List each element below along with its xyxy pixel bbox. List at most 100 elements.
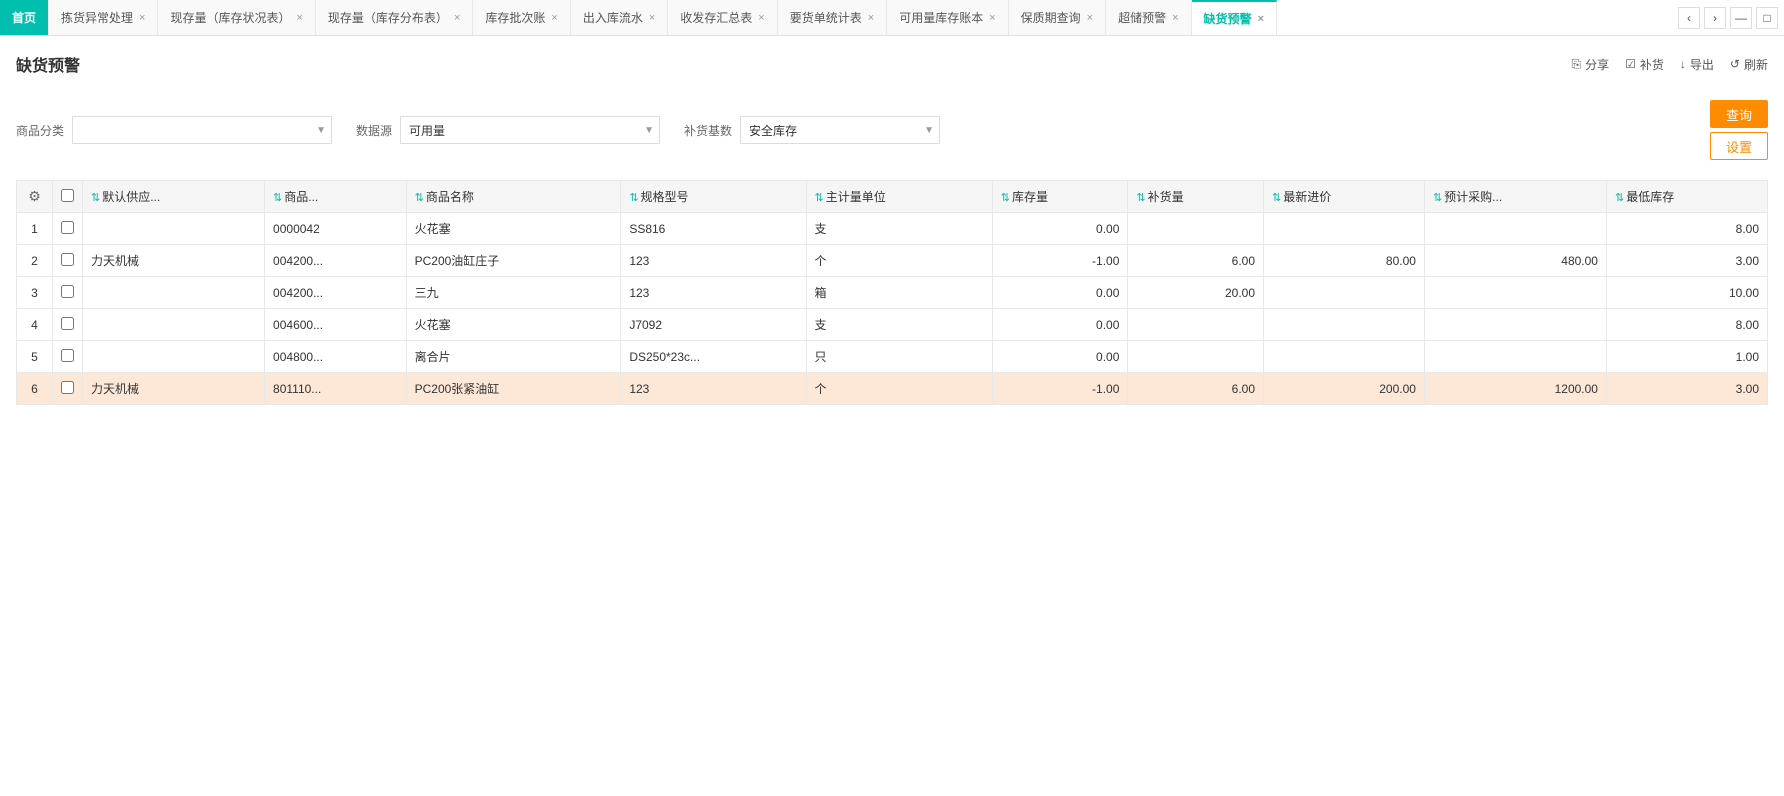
export-action[interactable]: ↓ 导出	[1680, 56, 1714, 73]
row-select-2[interactable]	[61, 253, 74, 266]
row-stock-5: 0.00	[992, 341, 1128, 373]
tab-bar: 首页拣货异常处理×现存量（库存状况表）×现存量（库存分布表）×库存批次账×出入库…	[0, 0, 1784, 36]
datasource-select-wrapper[interactable]: 可用量 ▼	[400, 116, 660, 144]
settings-button[interactable]: 设置	[1710, 132, 1768, 160]
table-row: 3 004200... 三九 123 箱 0.00 20.00 10.00	[17, 277, 1768, 309]
tab-order-stats[interactable]: 要货单统计表×	[778, 0, 887, 35]
row-checkbox-6[interactable]	[53, 373, 83, 405]
tab-close-refine-exception[interactable]: ×	[139, 12, 145, 24]
filter-bar: 商品分类 ▼ 数据源 可用量 ▼ 补货基数 安全库存	[16, 92, 1768, 168]
row-spec-2: 123	[621, 245, 806, 277]
row-supplier-6: 力天机械	[83, 373, 265, 405]
tab-close-shortage-warning[interactable]: ×	[1258, 13, 1264, 25]
tab-inout-flow[interactable]: 出入库流水×	[571, 0, 668, 35]
tab-close-inventory-status[interactable]: ×	[296, 12, 302, 24]
row-index-4: 4	[17, 309, 53, 341]
th-replenish-qty: ⇅补货量	[1128, 181, 1264, 213]
row-supplier-2: 力天机械	[83, 245, 265, 277]
row-checkbox-1[interactable]	[53, 213, 83, 245]
row-stock-6: -1.00	[992, 373, 1128, 405]
tab-shortage-warning[interactable]: 缺货预警×	[1192, 0, 1277, 35]
price-sort-icon: ⇅	[1272, 192, 1281, 204]
tab-available-ledger[interactable]: 可用量库存账本×	[887, 0, 1008, 35]
tab-label-receive-summary: 收发存汇总表	[680, 9, 752, 26]
row-code-1: 0000042	[265, 213, 407, 245]
datasource-select-value: 可用量	[409, 122, 445, 139]
tab-close-receive-summary[interactable]: ×	[758, 12, 764, 24]
row-unit-3: 箱	[806, 277, 992, 309]
tab-next-btn[interactable]: ›	[1704, 7, 1726, 29]
tab-close-expiry-query[interactable]: ×	[1087, 12, 1093, 24]
tab-close-inventory-dist[interactable]: ×	[454, 12, 460, 24]
row-est-purchase-6: 1200.00	[1424, 373, 1606, 405]
select-all-checkbox[interactable]	[61, 189, 74, 202]
tab-refine-exception[interactable]: 拣货异常处理×	[49, 0, 158, 35]
tab-close-order-stats[interactable]: ×	[868, 12, 874, 24]
row-name-3: 三九	[406, 277, 621, 309]
window-minimize-btn[interactable]: —	[1730, 7, 1752, 29]
tab-inventory-status[interactable]: 现存量（库存状况表）×	[158, 0, 315, 35]
tab-prev-btn[interactable]: ‹	[1678, 7, 1700, 29]
row-checkbox-2[interactable]	[53, 245, 83, 277]
column-settings-icon[interactable]: ⚙	[28, 188, 41, 205]
row-min-stock-6: 3.00	[1606, 373, 1767, 405]
th-stock: ⇅库存量	[992, 181, 1128, 213]
row-name-2: PC200油缸庄子	[406, 245, 621, 277]
row-min-stock-4: 8.00	[1606, 309, 1767, 341]
page-header: 缺货预警 ⎘ 分享 ☑ 补货 ↓ 导出 ↺ 刷新	[16, 52, 1768, 76]
row-est-purchase-2: 480.00	[1424, 245, 1606, 277]
row-est-purchase-5	[1424, 341, 1606, 373]
row-supplier-5	[83, 341, 265, 373]
window-maximize-btn[interactable]: □	[1756, 7, 1778, 29]
row-supplier-3	[83, 277, 265, 309]
row-select-4[interactable]	[61, 317, 74, 330]
query-button[interactable]: 查询	[1710, 100, 1768, 128]
category-select-wrapper[interactable]: ▼	[72, 116, 332, 144]
row-stock-2: -1.00	[992, 245, 1128, 277]
replenish-base-select[interactable]: 安全库存	[740, 116, 940, 144]
refresh-action[interactable]: ↺ 刷新	[1730, 56, 1768, 73]
replenish-sort-icon: ⇅	[1136, 192, 1145, 204]
row-select-1[interactable]	[61, 221, 74, 234]
tab-overstock-warning[interactable]: 超储预警×	[1106, 0, 1191, 35]
row-select-6[interactable]	[61, 381, 74, 394]
tab-close-inout-flow[interactable]: ×	[649, 12, 655, 24]
tab-inventory-dist[interactable]: 现存量（库存分布表）×	[316, 0, 473, 35]
th-unit: ⇅主计量单位	[806, 181, 992, 213]
datasource-filter-group: 数据源 可用量 ▼	[356, 116, 660, 144]
tab-expiry-query[interactable]: 保质期查询×	[1009, 0, 1106, 35]
row-index-3: 3	[17, 277, 53, 309]
row-min-stock-5: 1.00	[1606, 341, 1767, 373]
row-name-6: PC200张紧油缸	[406, 373, 621, 405]
row-replenish-qty-2: 6.00	[1128, 245, 1264, 277]
row-select-5[interactable]	[61, 349, 74, 362]
refresh-label: 刷新	[1744, 56, 1768, 73]
est-purchase-sort-icon: ⇅	[1433, 192, 1442, 204]
row-index-6: 6	[17, 373, 53, 405]
row-checkbox-5[interactable]	[53, 341, 83, 373]
table-row: 1 0000042 火花塞 SS816 支 0.00 8.00	[17, 213, 1768, 245]
row-select-3[interactable]	[61, 285, 74, 298]
row-replenish-qty-1	[1128, 213, 1264, 245]
replenish-base-filter-group: 补货基数 安全库存 ▼	[684, 116, 940, 144]
category-select[interactable]	[72, 116, 332, 144]
th-min-stock: ⇅最低库存	[1606, 181, 1767, 213]
replenish-action[interactable]: ☑ 补货	[1625, 56, 1664, 73]
row-checkbox-3[interactable]	[53, 277, 83, 309]
tab-close-available-ledger[interactable]: ×	[989, 12, 995, 24]
tab-close-batch-account[interactable]: ×	[551, 12, 557, 24]
row-checkbox-4[interactable]	[53, 309, 83, 341]
page-title: 缺货预警	[16, 52, 80, 76]
row-spec-3: 123	[621, 277, 806, 309]
tab-nav-buttons: ‹ › — □	[1672, 7, 1784, 29]
tab-receive-summary[interactable]: 收发存汇总表 ×	[668, 0, 777, 35]
replenish-base-select-wrapper[interactable]: 安全库存 ▼	[740, 116, 940, 144]
row-latest-price-6: 200.00	[1264, 373, 1425, 405]
tab-batch-account[interactable]: 库存批次账×	[473, 0, 570, 35]
export-label: 导出	[1690, 56, 1714, 73]
tab-close-overstock-warning[interactable]: ×	[1172, 12, 1178, 24]
header-actions: ⎘ 分享 ☑ 补货 ↓ 导出 ↺ 刷新	[1572, 56, 1769, 73]
tab-home[interactable]: 首页	[0, 0, 49, 35]
share-action[interactable]: ⎘ 分享	[1572, 56, 1610, 73]
datasource-select[interactable]: 可用量	[400, 116, 660, 144]
